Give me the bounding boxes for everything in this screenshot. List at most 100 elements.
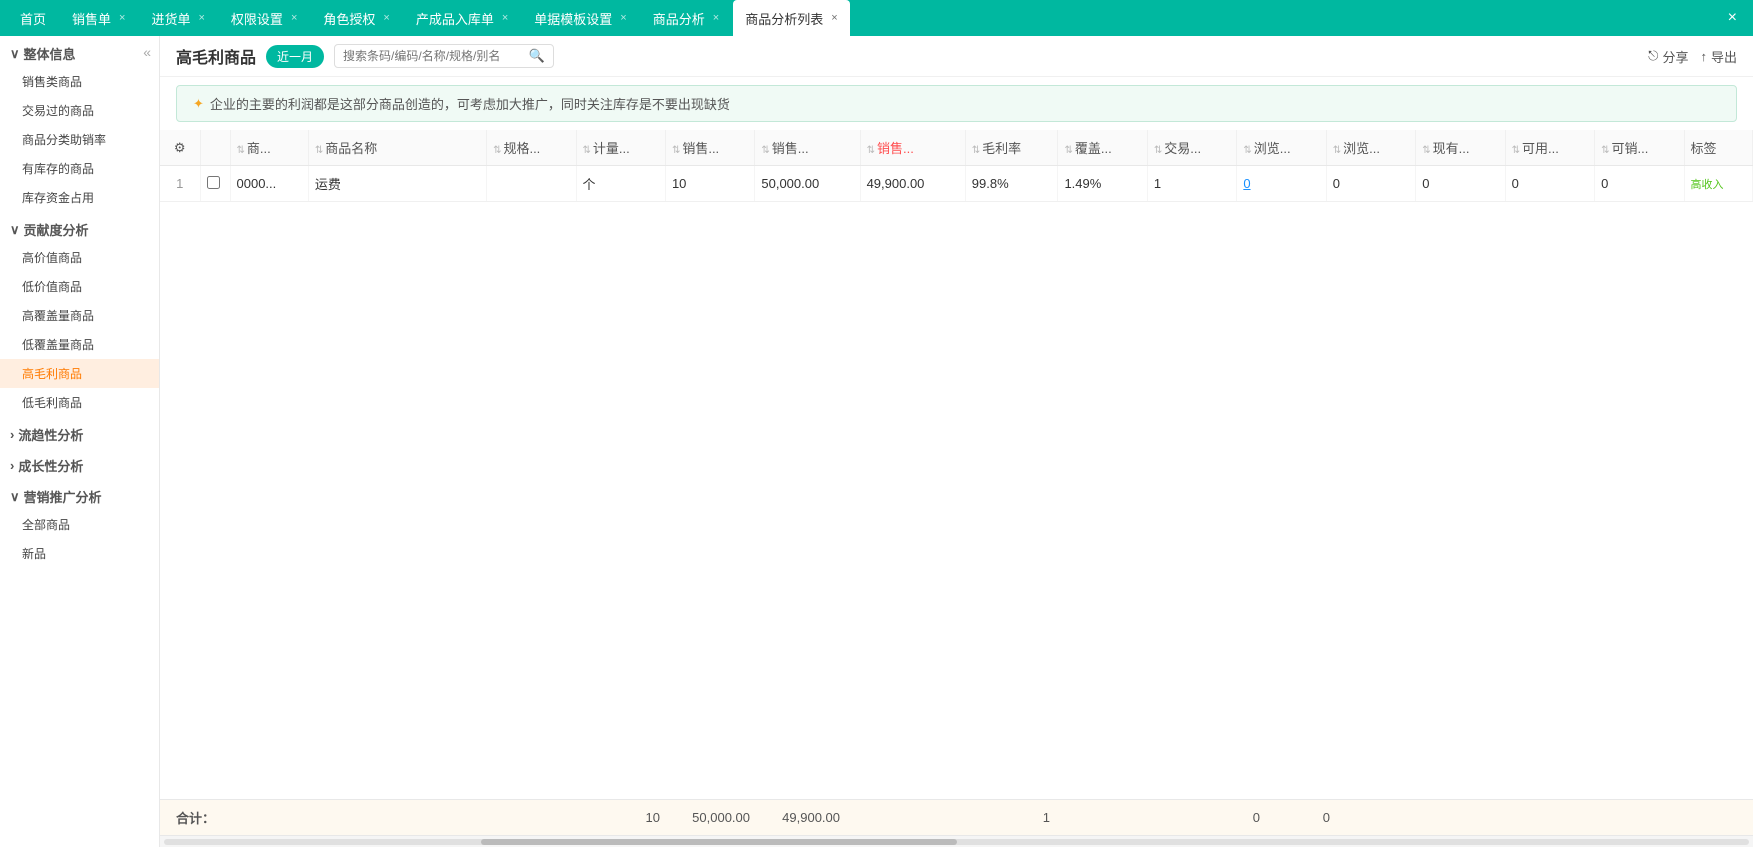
share-button[interactable]: ⎋ 分享 [1648, 47, 1688, 66]
nav-sales[interactable]: 销售单 × [60, 0, 137, 36]
nav-purchase[interactable]: 进货单 × [139, 0, 216, 36]
chevron-down-icon-contribution: ∨ [10, 222, 20, 238]
sidebar-item-category-rate[interactable]: 商品分类助销率 [0, 125, 159, 154]
sidebar-item-low-value[interactable]: 低价值商品 [0, 272, 159, 301]
chevron-down-icon-marketing: ∨ [10, 489, 20, 505]
search-icon[interactable]: 🔍 [529, 48, 545, 64]
chevron-down-icon: ∨ [10, 46, 20, 62]
row-browse1[interactable]: 0 [1237, 166, 1326, 202]
data-table: ⚙ ⇅商... ⇅商品名称 ⇅规格... ⇅计量... ⇅销售... ⇅销售..… [160, 130, 1753, 202]
sidebar-item-sales-goods[interactable]: 销售类商品 [0, 67, 159, 96]
nav-product-analysis[interactable]: 商品分析 × [641, 0, 731, 36]
sidebar-group-marketing[interactable]: ∨ 营销推广分析 [0, 479, 159, 510]
share-icon: ⎋ [1648, 48, 1658, 64]
top-nav: 首页 销售单 × 进货单 × 权限设置 × 角色授权 × 产成品入库单 × 单据… [0, 0, 1753, 36]
sidebar-item-stocked-goods[interactable]: 有库存的商品 [0, 154, 159, 183]
nav-template[interactable]: 单据模板设置 × [522, 0, 638, 36]
sidebar-group-contribution[interactable]: ∨ 贡献度分析 [0, 212, 159, 243]
col-current-stock[interactable]: ⇅现有... [1416, 130, 1505, 166]
sidebar-item-stock-capital[interactable]: 库存资金占用 [0, 183, 159, 212]
sidebar: « ∨ 整体信息 销售类商品 交易过的商品 商品分类助销率 有库存的商品 库存资… [0, 36, 160, 847]
sidebar-item-high-margin[interactable]: 高毛利商品 [0, 359, 159, 388]
table-row: 1 0000... 运费 个 10 50,000.00 49,900.00 99… [160, 166, 1753, 202]
row-coverage: 1.49% [1058, 166, 1147, 202]
row-tag: 高收入 [1684, 166, 1752, 202]
row-saleable: 0 [1595, 166, 1684, 202]
chevron-right-icon-growth: › [10, 458, 14, 473]
row-sale-profit: 49,900.00 [860, 166, 965, 202]
footer-label: 合计： [176, 808, 236, 827]
col-settings[interactable]: ⚙ [160, 130, 200, 166]
col-transaction[interactable]: ⇅交易... [1147, 130, 1236, 166]
row-sale-amount: 50,000.00 [755, 166, 860, 202]
col-tag: 标签 [1684, 130, 1752, 166]
row-name: 运费 [308, 166, 486, 202]
sidebar-group-growth[interactable]: › 成长性分析 [0, 448, 159, 479]
row-sale-qty: 10 [665, 166, 754, 202]
row-unit: 个 [576, 166, 665, 202]
sidebar-collapse-button[interactable]: « [143, 44, 151, 60]
footer-sale-amount: 50,000.00 [666, 810, 756, 825]
nav-purchase-close[interactable]: × [198, 12, 204, 24]
col-sale-amount[interactable]: ⇅销售... [755, 130, 860, 166]
nav-product-analysis-list[interactable]: 商品分析列表 × [733, 0, 849, 36]
sidebar-item-new-goods[interactable]: 新品 [0, 539, 159, 568]
content-header: 高毛利商品 近一月 🔍 ⎋ 分享 ↑ 导出 [160, 36, 1753, 77]
col-gross-margin[interactable]: ⇅毛利率 [965, 130, 1058, 166]
col-unit[interactable]: ⇅计量... [576, 130, 665, 166]
col-name[interactable]: ⇅商品名称 [308, 130, 486, 166]
row-num: 1 [160, 166, 200, 202]
col-sale-qty[interactable]: ⇅销售... [665, 130, 754, 166]
nav-roles-close[interactable]: × [383, 12, 389, 24]
col-saleable[interactable]: ⇅可销... [1595, 130, 1684, 166]
footer-sale-profit: 49,900.00 [756, 810, 846, 825]
nav-template-close[interactable]: × [620, 12, 626, 24]
sidebar-group-overall[interactable]: ∨ 整体信息 [0, 36, 159, 67]
col-code[interactable]: ⇅商... [230, 130, 308, 166]
table-footer: 合计： 10 50,000.00 49,900.00 1 0 0 [160, 799, 1753, 835]
sidebar-group-trend[interactable]: › 流趋性分析 [0, 417, 159, 448]
row-current-stock: 0 [1416, 166, 1505, 202]
nav-roles[interactable]: 角色授权 × [311, 0, 401, 36]
col-available[interactable]: ⇅可用... [1505, 130, 1594, 166]
col-coverage[interactable]: ⇅覆盖... [1058, 130, 1147, 166]
nav-permissions[interactable]: 权限设置 × [219, 0, 309, 36]
sidebar-item-traded-goods[interactable]: 交易过的商品 [0, 96, 159, 125]
export-button[interactable]: ↑ 导出 [1700, 47, 1737, 66]
window-close-button[interactable]: × [1720, 9, 1745, 27]
nav-production-close[interactable]: × [502, 12, 508, 24]
footer-current-stock: 0 [1196, 810, 1266, 825]
nav-home[interactable]: 首页 [8, 0, 58, 36]
bottom-scrollbar[interactable] [160, 835, 1753, 847]
row-code: 0000... [230, 166, 308, 202]
info-banner: ✦ 企业的主要的利润都是这部分商品创造的，可考虑加大推广，同时关注库存是不要出现… [176, 85, 1737, 122]
sidebar-item-all-goods[interactable]: 全部商品 [0, 510, 159, 539]
footer-available: 0 [1266, 810, 1336, 825]
info-icon: ✦ [193, 96, 204, 112]
search-input[interactable] [343, 49, 523, 63]
nav-sales-close[interactable]: × [119, 12, 125, 24]
sidebar-item-high-value[interactable]: 高价值商品 [0, 243, 159, 272]
main-layout: « ∨ 整体信息 销售类商品 交易过的商品 商品分类助销率 有库存的商品 库存资… [0, 36, 1753, 847]
scrollbar-thumb[interactable] [481, 839, 957, 845]
col-browse1[interactable]: ⇅浏览... [1237, 130, 1326, 166]
nav-permissions-close[interactable]: × [291, 12, 297, 24]
row-browse2: 0 [1326, 166, 1415, 202]
col-browse2[interactable]: ⇅浏览... [1326, 130, 1415, 166]
content-area: 高毛利商品 近一月 🔍 ⎋ 分享 ↑ 导出 ✦ 企业的主要的利润都是这部分商品创… [160, 36, 1753, 847]
row-checkbox[interactable] [200, 166, 230, 202]
nav-product-analysis-close[interactable]: × [713, 12, 719, 24]
scrollbar-track[interactable] [164, 839, 1749, 845]
sidebar-item-low-margin[interactable]: 低毛利商品 [0, 388, 159, 417]
row-gross-margin: 99.8% [965, 166, 1058, 202]
search-box: 🔍 [334, 44, 554, 68]
nav-product-analysis-list-close[interactable]: × [831, 12, 837, 24]
nav-production[interactable]: 产成品入库单 × [404, 0, 520, 36]
col-sale-profit[interactable]: ⇅销售... [860, 130, 965, 166]
table-header-row: ⚙ ⇅商... ⇅商品名称 ⇅规格... ⇅计量... ⇅销售... ⇅销售..… [160, 130, 1753, 166]
sidebar-item-high-coverage[interactable]: 高覆盖量商品 [0, 301, 159, 330]
col-spec[interactable]: ⇅规格... [487, 130, 576, 166]
filter-recent-month-button[interactable]: 近一月 [266, 45, 324, 68]
sidebar-item-low-coverage[interactable]: 低覆盖量商品 [0, 330, 159, 359]
row-transaction: 1 [1147, 166, 1236, 202]
